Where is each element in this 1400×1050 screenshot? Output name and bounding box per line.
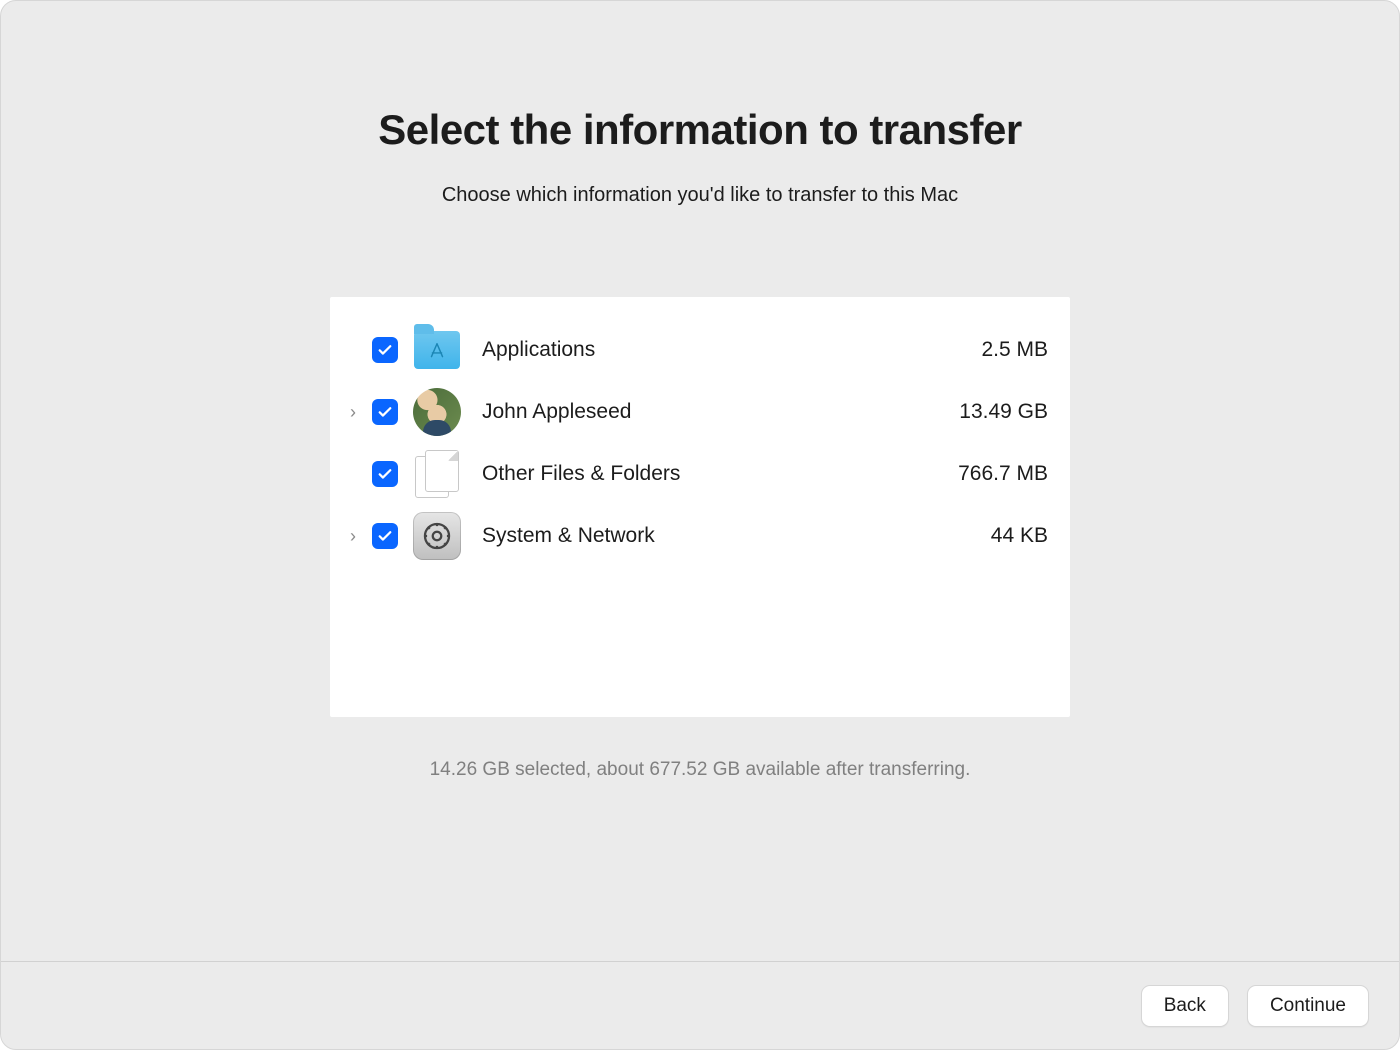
status-text: 14.26 GB selected, about 677.52 GB avail…	[430, 759, 971, 781]
list-item[interactable]: › John Appleseed 13.49 GB	[342, 381, 1048, 443]
user-avatar-icon	[412, 387, 462, 437]
applications-folder-icon	[412, 325, 462, 375]
item-label: Applications	[482, 338, 973, 362]
footer-bar: Back Continue	[1, 961, 1399, 1049]
disclosure-icon[interactable]: ›	[342, 526, 364, 547]
page-subtitle: Choose which information you'd like to t…	[442, 184, 958, 207]
documents-stack-icon	[412, 449, 462, 499]
continue-button[interactable]: Continue	[1247, 985, 1369, 1027]
item-size: 13.49 GB	[959, 400, 1048, 424]
system-settings-icon	[412, 511, 462, 561]
item-label: Other Files & Folders	[482, 462, 950, 486]
checkbox-user[interactable]	[372, 399, 398, 425]
list-item[interactable]: › Applications 2.5 MB	[342, 319, 1048, 381]
content-area: Select the information to transfer Choos…	[1, 1, 1399, 1049]
transfer-list-panel: › Applications 2.5 MB ›	[330, 297, 1070, 717]
checkmark-icon	[376, 465, 394, 483]
item-label: John Appleseed	[482, 400, 951, 424]
item-size: 44 KB	[991, 524, 1048, 548]
checkbox-other-files[interactable]	[372, 461, 398, 487]
checkbox-applications[interactable]	[372, 337, 398, 363]
list-item[interactable]: › System & Network 44 KB	[342, 505, 1048, 567]
item-size: 2.5 MB	[981, 338, 1048, 362]
checkmark-icon	[376, 403, 394, 421]
checkmark-icon	[376, 527, 394, 545]
page-title: Select the information to transfer	[378, 106, 1021, 154]
list-item[interactable]: › Other Files & Folders 766.7 MB	[342, 443, 1048, 505]
disclosure-icon[interactable]: ›	[342, 402, 364, 423]
checkmark-icon	[376, 341, 394, 359]
item-size: 766.7 MB	[958, 462, 1048, 486]
back-button[interactable]: Back	[1141, 985, 1229, 1027]
checkbox-system-network[interactable]	[372, 523, 398, 549]
migration-assistant-window: Select the information to transfer Choos…	[0, 0, 1400, 1050]
item-label: System & Network	[482, 524, 983, 548]
